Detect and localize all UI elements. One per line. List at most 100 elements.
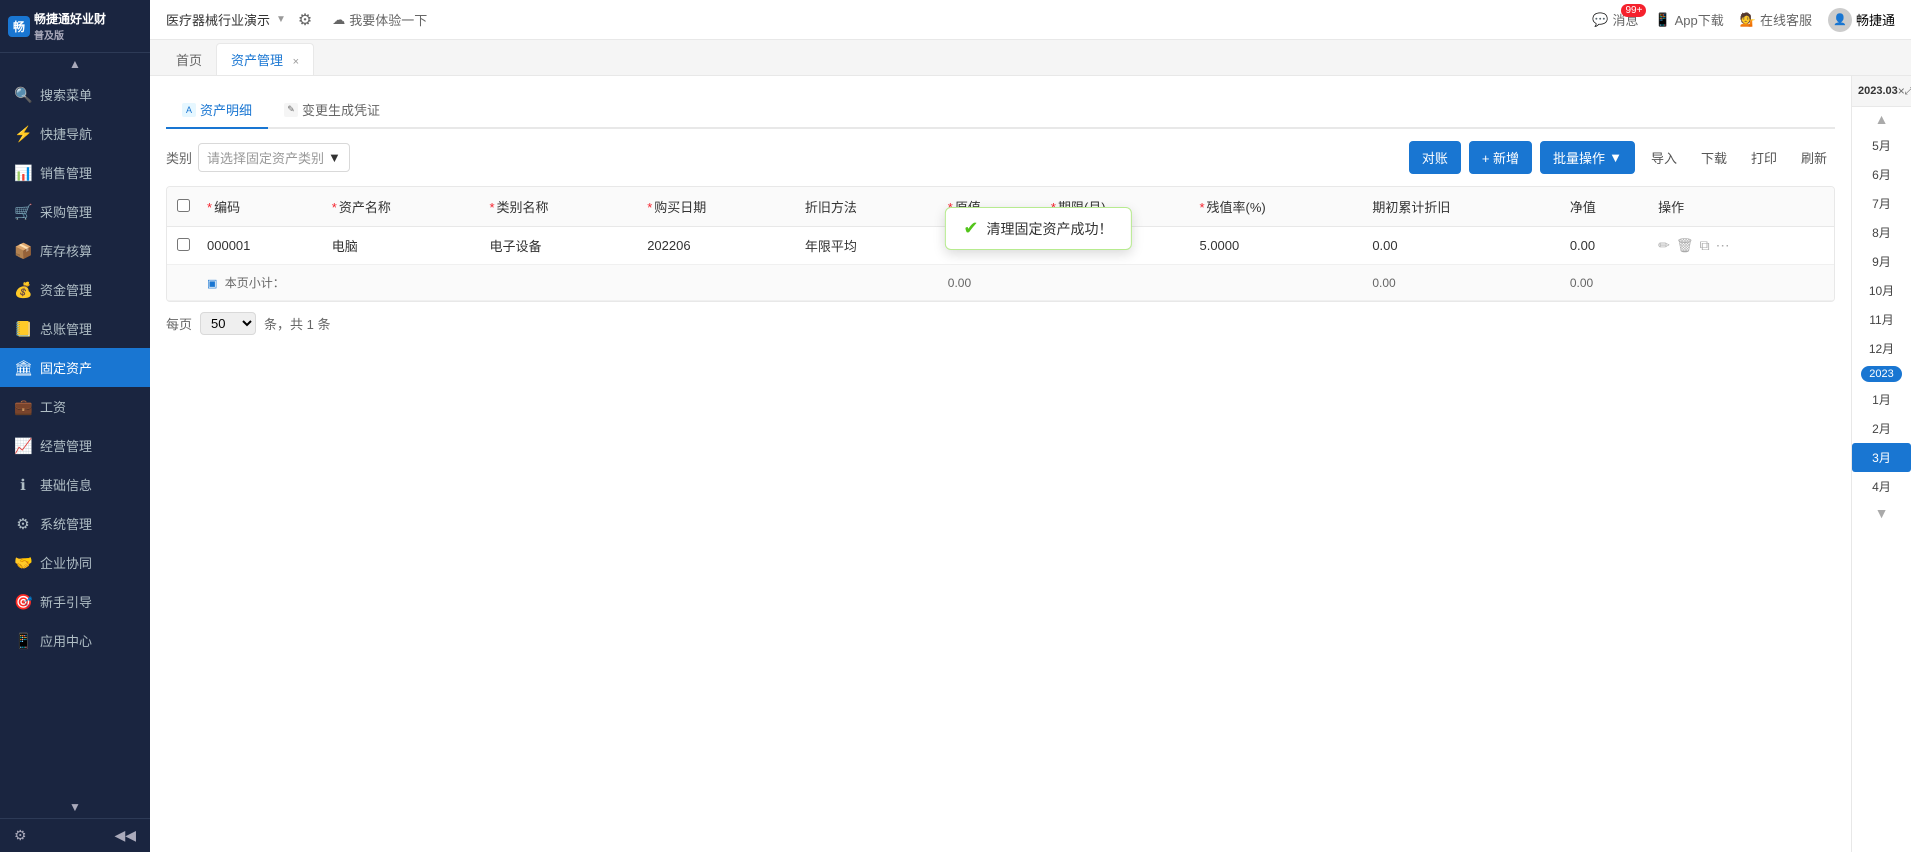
sidebar-item-ledger[interactable]: 📒 总账管理 xyxy=(0,309,150,348)
sidebar-item-label: 基础信息 xyxy=(40,475,92,494)
sidebar-items: 🔍 搜索菜单 ⚡ 快捷导航 📊 销售管理 🛒 采购管理 📦 库存核算 💰 资金管… xyxy=(0,75,150,796)
toolbar: 类别 请选择固定资产类别 ▼ 对账 + 新增 批量操作 ▼ 导入 下载 打印 刷… xyxy=(166,141,1835,174)
sidebar-scroll-down[interactable]: ▼ xyxy=(0,796,150,818)
cal-month-11[interactable]: 11月 xyxy=(1852,305,1911,334)
sidebar-item-quick-nav[interactable]: ⚡ 快捷导航 xyxy=(0,114,150,153)
cal-month-8[interactable]: 8月 xyxy=(1852,218,1911,247)
subtotal-label: 本页小计： xyxy=(225,276,285,290)
user-menu[interactable]: 👤 畅捷通 xyxy=(1828,8,1895,32)
company-selector[interactable]: 医疗器械行业演示 ▼ xyxy=(166,10,286,29)
scroll-down-button[interactable]: ▼ xyxy=(69,800,81,814)
sidebar-item-inventory[interactable]: 📦 库存核算 xyxy=(0,231,150,270)
cal-month-4[interactable]: 4月 xyxy=(1852,472,1911,501)
sidebar-scroll-up[interactable]: ▲ xyxy=(0,53,150,75)
cell-initial-accumulated: 0.00 xyxy=(1364,227,1562,265)
content-area: A 资产明细 ✎ 变更生成凭证 类别 请选择固定资产类别 ▼ xyxy=(150,76,1911,852)
calendar-up-nav[interactable]: ▲ xyxy=(1852,107,1911,131)
calendar-close-icon[interactable]: × xyxy=(1898,84,1905,98)
subtotal-row: ▣ 本页小计： 0.00 0.00 0.00 xyxy=(167,265,1834,301)
select-all-cell[interactable] xyxy=(167,187,199,227)
cell-action: ✏ 🗑 ⧉ ⋯ xyxy=(1650,227,1834,265)
sidebar-item-system[interactable]: ⚙ 系统管理 xyxy=(0,504,150,543)
scroll-up-button[interactable]: ▲ xyxy=(69,57,81,71)
toast-message: 清理固定资产成功！ xyxy=(986,219,1112,239)
page-size-select[interactable]: 50 100 200 xyxy=(200,312,256,335)
topbar-settings-icon[interactable]: ⚙ xyxy=(298,10,312,30)
sidebar-header: 畅 畅捷通好业财 普及版 xyxy=(0,0,150,53)
col-code: *编码 xyxy=(199,187,324,227)
reconcile-button[interactable]: 对账 xyxy=(1409,141,1461,174)
app-download-button[interactable]: 📱 App下载 xyxy=(1654,10,1723,29)
online-service-button[interactable]: 💁 在线客服 xyxy=(1740,10,1812,29)
cal-month-12[interactable]: 12月 xyxy=(1852,334,1911,363)
calendar-down-nav[interactable]: ▼ xyxy=(1852,501,1911,525)
sidebar-item-finance[interactable]: 💰 资金管理 xyxy=(0,270,150,309)
experience-button[interactable]: ☁ 我要体验一下 xyxy=(332,10,427,29)
sidebar-item-basic-info[interactable]: ℹ 基础信息 xyxy=(0,465,150,504)
new-button[interactable]: + 新增 xyxy=(1469,141,1532,174)
purchase-icon: 🛒 xyxy=(14,203,32,221)
col-category: *类别名称 xyxy=(481,187,639,227)
cal-month-6[interactable]: 6月 xyxy=(1852,160,1911,189)
sidebar-item-operations[interactable]: 📈 经营管理 xyxy=(0,426,150,465)
row-checkbox-cell[interactable] xyxy=(167,227,199,265)
quick-nav-icon: ⚡ xyxy=(14,125,32,143)
cal-month-9[interactable]: 9月 xyxy=(1852,247,1911,276)
sidebar-item-label: 采购管理 xyxy=(40,202,92,221)
cal-month-3-current[interactable]: 3月 xyxy=(1852,443,1911,472)
subtab-change-voucher[interactable]: ✎ 变更生成凭证 xyxy=(268,92,396,129)
copy-icon[interactable]: ⧉ xyxy=(1700,237,1710,254)
cal-month-10[interactable]: 10月 xyxy=(1852,276,1911,305)
sidebar-item-fixed-assets[interactable]: 🏛 固定资产 xyxy=(0,348,150,387)
subtotal-label-cell: ▣ 本页小计： xyxy=(199,265,797,301)
cal-month-2[interactable]: 2月 xyxy=(1852,414,1911,443)
sidebar-item-search[interactable]: 🔍 搜索菜单 xyxy=(0,75,150,114)
sidebar-item-purchase[interactable]: 🛒 采购管理 xyxy=(0,192,150,231)
sidebar-item-app-center[interactable]: 📱 应用中心 xyxy=(0,621,150,660)
subtotal-depreciation xyxy=(797,265,940,301)
filter-label: 类别 xyxy=(166,148,192,167)
delete-icon[interactable]: 🗑 xyxy=(1676,237,1694,254)
more-icon[interactable]: ⋯ xyxy=(1716,237,1730,254)
finance-icon: 💰 xyxy=(14,281,32,299)
batch-ops-button[interactable]: 批量操作 ▼ xyxy=(1540,141,1635,174)
sidebar-collapse-icon[interactable]: ◀◀ xyxy=(114,827,136,844)
sidebar-item-label: 快捷导航 xyxy=(40,124,92,143)
cell-category: 电子设备 xyxy=(481,227,639,265)
sidebar-item-guide[interactable]: 🎯 新手引导 xyxy=(0,582,150,621)
sidebar-item-sales[interactable]: 📊 销售管理 xyxy=(0,153,150,192)
online-service-icon: 💁 xyxy=(1740,12,1756,28)
cal-month-1[interactable]: 1月 xyxy=(1852,385,1911,414)
tab-close-icon[interactable]: × xyxy=(293,56,299,68)
import-button[interactable]: 导入 xyxy=(1643,144,1685,171)
company-dropdown-icon: ▼ xyxy=(276,14,286,25)
calendar-expand-icon[interactable]: ⤢ xyxy=(1905,86,1911,97)
tab-asset-management[interactable]: 资产管理 × xyxy=(216,43,314,75)
sidebar-item-label: 系统管理 xyxy=(40,514,92,533)
category-select[interactable]: 请选择固定资产类别 ▼ xyxy=(198,143,350,172)
sidebar-item-payroll[interactable]: 💼 工资 xyxy=(0,387,150,426)
message-button[interactable]: 💬 消息 99+ xyxy=(1592,10,1638,29)
ledger-icon: 📒 xyxy=(14,320,32,338)
system-icon: ⚙ xyxy=(14,515,32,533)
download-button[interactable]: 下载 xyxy=(1693,144,1735,171)
select-all-checkbox[interactable] xyxy=(177,199,190,212)
row-checkbox[interactable] xyxy=(177,238,190,251)
enterprise-icon: 🤝 xyxy=(14,554,32,572)
calendar-items: ▲ 5月 6月 7月 8月 9月 10月 11月 12月 2023 1月 2月 … xyxy=(1852,107,1911,852)
tab-home[interactable]: 首页 xyxy=(162,44,216,75)
cal-month-5[interactable]: 5月 xyxy=(1852,131,1911,160)
sidebar-settings-icon[interactable]: ⚙ xyxy=(14,827,27,844)
main-content: A 资产明细 ✎ 变更生成凭证 类别 请选择固定资产类别 ▼ xyxy=(150,76,1851,852)
print-button[interactable]: 打印 xyxy=(1743,144,1785,171)
sidebar-item-label: 固定资产 xyxy=(40,358,92,377)
subtotal-icon: ▣ xyxy=(207,278,217,290)
guide-icon: 🎯 xyxy=(14,593,32,611)
cal-month-7[interactable]: 7月 xyxy=(1852,189,1911,218)
subtotal-initial: 0.00 xyxy=(1364,265,1562,301)
refresh-button[interactable]: 刷新 xyxy=(1793,144,1835,171)
sidebar-item-enterprise[interactable]: 🤝 企业协同 xyxy=(0,543,150,582)
edit-icon[interactable]: ✏ xyxy=(1658,237,1670,254)
subtab-asset-detail[interactable]: A 资产明细 xyxy=(166,92,268,129)
sidebar-item-label: 企业协同 xyxy=(40,553,92,572)
